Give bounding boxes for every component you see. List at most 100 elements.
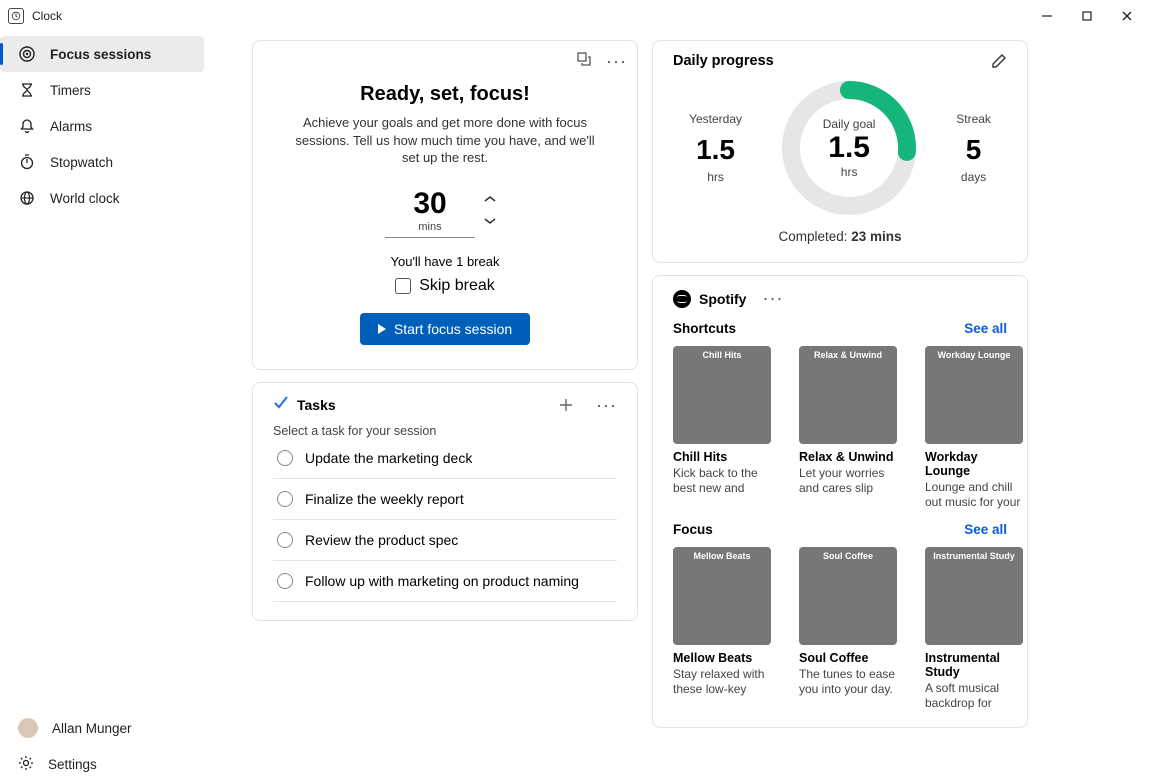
gear-icon <box>18 755 34 774</box>
maximize-button[interactable] <box>1067 0 1107 32</box>
tasks-check-icon <box>273 395 289 416</box>
expand-icon[interactable] <box>576 51 592 67</box>
focus-title: Ready, set, focus! <box>275 83 615 106</box>
tasks-subtitle: Select a task for your session <box>273 424 617 438</box>
playlist-item[interactable]: Instrumental StudyInstrumental StudyA so… <box>925 547 1023 711</box>
daily-progress-card: Daily progress Yesterday 1.5 hrs <box>652 40 1028 263</box>
start-focus-button[interactable]: Start focus session <box>360 313 530 345</box>
nav-stopwatch[interactable]: Stopwatch <box>0 144 204 180</box>
sidebar: Focus sessions Timers Alarms Stopwatch W… <box>0 32 204 782</box>
stat-label: Streak <box>956 112 991 126</box>
playlist-item[interactable]: Mellow BeatsMellow BeatsStay relaxed wit… <box>673 547 771 711</box>
break-text: You'll have 1 break <box>275 254 615 269</box>
playlist-cover: Instrumental Study <box>925 547 1023 645</box>
minimize-button[interactable] <box>1027 0 1067 32</box>
shortcuts-row: Chill Hits Chill Hits Kick back to the bes… <box>673 346 1007 510</box>
nav-settings[interactable]: Settings <box>0 746 204 782</box>
user-account[interactable]: Allan Munger <box>0 710 204 746</box>
playlist-name: Instrumental Study <box>925 651 1023 679</box>
playlist-desc: The tunes to ease you into your day. <box>799 667 897 697</box>
nav-label: World clock <box>50 191 120 206</box>
more-icon[interactable]: ··· <box>606 51 627 72</box>
task-label: Follow up with marketing on product nami… <box>305 573 579 589</box>
task-item[interactable]: Review the product spec <box>273 520 617 561</box>
tasks-card: Tasks ··· Select a task for your session… <box>252 382 638 621</box>
stat-value: 1.5 <box>689 134 742 166</box>
close-button[interactable] <box>1107 0 1147 32</box>
play-icon <box>378 324 386 334</box>
playlist-cover: Chill Hits <box>673 346 771 444</box>
playlist-name: Chill Hits <box>673 450 771 464</box>
focus-description: Achieve your goals and get more done wit… <box>275 114 615 167</box>
task-radio[interactable] <box>277 532 293 548</box>
task-radio[interactable] <box>277 573 293 589</box>
task-label: Finalize the weekly report <box>305 491 464 507</box>
stat-value: 5 <box>956 134 991 166</box>
stat-label: Yesterday <box>689 112 742 126</box>
stopwatch-icon <box>18 153 36 171</box>
start-focus-label: Start focus session <box>394 321 512 337</box>
task-radio[interactable] <box>277 491 293 507</box>
target-icon <box>18 45 36 63</box>
nav-label: Timers <box>50 83 91 98</box>
stat-unit: hrs <box>689 170 742 184</box>
task-radio[interactable] <box>277 450 293 466</box>
playlist-name: Soul Coffee <box>799 651 897 665</box>
focus-see-all[interactable]: See all <box>964 522 1007 537</box>
yesterday-stat: Yesterday 1.5 hrs <box>689 112 742 184</box>
spotify-more-icon[interactable]: ··· <box>762 288 783 309</box>
playlist-name: Mellow Beats <box>673 651 771 665</box>
duration-unit: mins <box>405 221 455 233</box>
playlist-item[interactable]: Workday LoungeWorkday LoungeLounge and c… <box>925 346 1023 510</box>
nav-world-clock[interactable]: World clock <box>0 180 204 216</box>
user-name: Allan Munger <box>52 721 132 736</box>
add-task-button[interactable] <box>558 397 574 413</box>
playlist-name: Relax & Unwind <box>799 450 897 464</box>
task-label: Review the product spec <box>305 532 458 548</box>
nav-focus-sessions[interactable]: Focus sessions <box>0 36 204 72</box>
increase-duration-button[interactable] <box>475 188 505 210</box>
duration-value: 30 <box>405 187 455 221</box>
playlist-desc: Kick back to the best new and rece… <box>673 466 771 496</box>
playlist-desc: Stay relaxed with these low-key beat… <box>673 667 771 697</box>
goal-value: 1.5 <box>828 131 870 165</box>
task-item[interactable]: Finalize the weekly report <box>273 479 617 520</box>
tasks-title: Tasks <box>297 397 336 413</box>
nav-label: Focus sessions <box>50 47 151 62</box>
bell-icon <box>18 117 36 135</box>
playlist-item[interactable]: Chill Hits Chill Hits Kick back to the bes… <box>673 346 771 510</box>
tasks-more-icon[interactable]: ··· <box>596 395 617 416</box>
edit-goal-button[interactable] <box>991 53 1007 69</box>
nav-label: Stopwatch <box>50 155 113 170</box>
hourglass-icon <box>18 81 36 99</box>
playlist-cover: Workday Lounge <box>925 346 1023 444</box>
spotify-title: Spotify <box>699 291 746 307</box>
shortcuts-title: Shortcuts <box>673 321 736 336</box>
globe-icon <box>18 189 36 207</box>
nav-label: Alarms <box>50 119 92 134</box>
playlist-cover: Relax & Unwind <box>799 346 897 444</box>
playlist-desc: A soft musical backdrop for your… <box>925 681 1023 711</box>
progress-ring: Daily goal 1.5 hrs <box>774 73 924 223</box>
app-title: Clock <box>32 9 62 23</box>
playlist-item[interactable]: Relax & UnwindRelax & UnwindLet your wor… <box>799 346 897 510</box>
playlist-item[interactable]: Soul Coffee Soul Coffee The tunes to ease … <box>799 547 897 711</box>
playlist-cover: Soul Coffee <box>799 547 897 645</box>
content: ··· Ready, set, focus! Achieve your goal… <box>204 32 1155 782</box>
decrease-duration-button[interactable] <box>475 210 505 232</box>
playlist-desc: Lounge and chill out music for your wor… <box>925 480 1023 510</box>
task-item[interactable]: Update the marketing deck <box>273 438 617 479</box>
focus-session-card: ··· Ready, set, focus! Achieve your goal… <box>252 40 638 370</box>
spotify-icon <box>673 290 691 308</box>
task-item[interactable]: Follow up with marketing on product nami… <box>273 561 617 602</box>
skip-break-label: Skip break <box>419 277 495 295</box>
settings-label: Settings <box>48 757 97 772</box>
avatar <box>18 718 38 738</box>
spotify-card: Spotify ··· Shortcuts See all Chill Hits… <box>652 275 1028 728</box>
skip-break-checkbox[interactable] <box>395 278 411 294</box>
nav-alarms[interactable]: Alarms <box>0 108 204 144</box>
shortcuts-see-all[interactable]: See all <box>964 321 1007 336</box>
app-icon <box>8 8 24 24</box>
goal-label: Daily goal <box>823 117 876 131</box>
nav-timers[interactable]: Timers <box>0 72 204 108</box>
